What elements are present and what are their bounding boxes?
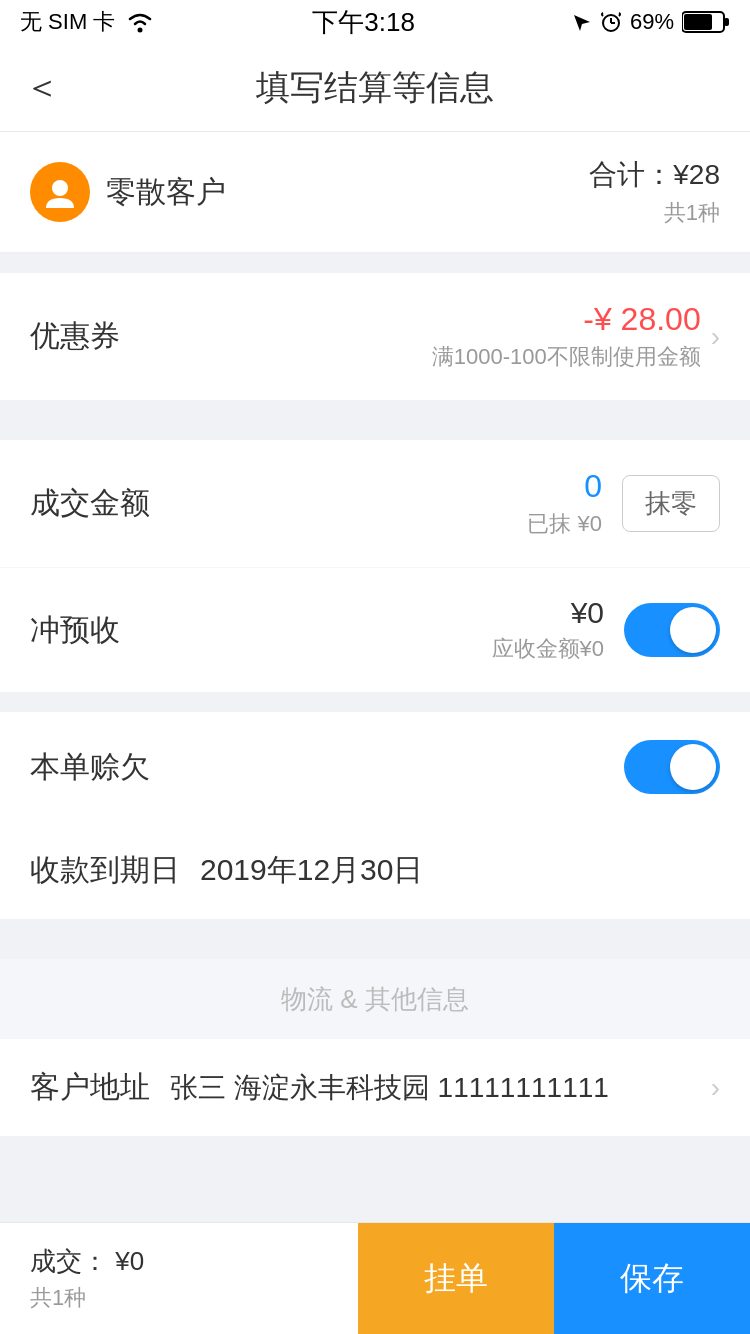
debt-toggle[interactable]: [624, 740, 720, 794]
avatar-icon: [42, 174, 78, 210]
status-bar: 无 SIM 卡 下午3:18 69%: [0, 0, 750, 44]
coupon-section: 优惠券 -¥ 28.00 满1000-100不限制使用金额 ›: [0, 273, 750, 400]
save-button[interactable]: 保存: [554, 1223, 750, 1334]
coupon-right: -¥ 28.00 满1000-100不限制使用金额 ›: [432, 301, 720, 372]
address-row[interactable]: 客户地址 张三 海淀永丰科技园 11111111111 ›: [0, 1039, 750, 1136]
address-chevron-icon: ›: [711, 1072, 720, 1104]
svg-point-7: [52, 180, 68, 196]
status-left: 无 SIM 卡: [20, 7, 155, 37]
prereceipt-info: ¥0 应收金额¥0: [492, 596, 604, 664]
coupon-label: 优惠券: [30, 316, 120, 357]
back-button[interactable]: ＜: [24, 63, 60, 112]
customer-name: 零散客户: [106, 172, 226, 213]
prereceipt-label: 冲预收: [30, 610, 120, 651]
due-date-row: 收款到期日 2019年12月30日: [0, 822, 750, 919]
battery-label: 69%: [630, 9, 674, 35]
deal-amount-right: 0 已抹 ¥0 抹零: [527, 468, 720, 539]
wifi-icon: [125, 11, 155, 33]
svg-point-0: [138, 28, 143, 33]
status-right: 69%: [572, 9, 730, 35]
address-section: 客户地址 张三 海淀永丰科技园 11111111111 ›: [0, 1039, 750, 1136]
customer-left: 零散客户: [30, 162, 226, 222]
hold-button[interactable]: 挂单: [358, 1223, 554, 1334]
address-label: 客户地址: [30, 1067, 150, 1108]
debt-row: 本单赊欠: [0, 712, 750, 822]
deal-amount-row: 成交金额 0 已抹 ¥0 抹零: [0, 440, 750, 568]
address-value: 张三 海淀永丰科技园 11111111111: [170, 1069, 609, 1107]
section-gap-1: [0, 420, 750, 440]
svg-rect-5: [724, 18, 729, 26]
nav-title: 填写结算等信息: [256, 65, 494, 111]
logistics-title-text: 物流 & 其他信息: [281, 982, 469, 1017]
coupon-row[interactable]: 优惠券 -¥ 28.00 满1000-100不限制使用金额 ›: [0, 273, 750, 400]
customer-avatar: [30, 162, 90, 222]
customer-section: 零散客户 合计：¥28 共1种: [0, 132, 750, 253]
svg-rect-6: [684, 14, 712, 30]
bottom-deal-label: 成交： ¥0: [30, 1244, 328, 1279]
deal-amount-value: 0: [527, 468, 602, 505]
customer-total: 合计：¥28: [589, 156, 720, 194]
no-sim-label: 无 SIM 卡: [20, 7, 115, 37]
coupon-info: -¥ 28.00 满1000-100不限制使用金额: [432, 301, 701, 372]
location-icon: [572, 11, 592, 33]
prereceipt-amount: ¥0: [492, 596, 604, 630]
deal-amount-label: 成交金额: [30, 483, 150, 524]
debt-label: 本单赊欠: [30, 747, 150, 788]
section-gap-2: [0, 692, 750, 712]
round-zero-button[interactable]: 抹零: [622, 475, 720, 532]
due-date-label: 收款到期日: [30, 850, 180, 891]
prereceipt-toggle[interactable]: [624, 603, 720, 657]
bottom-deal-count: 共1种: [30, 1283, 328, 1313]
prereceipt-right: ¥0 应收金额¥0: [492, 596, 720, 664]
coupon-amount: -¥ 28.00: [432, 301, 701, 338]
deal-amount-group: 0 已抹 ¥0: [527, 468, 602, 539]
customer-count: 共1种: [589, 198, 720, 228]
prereceipt-sub: 应收金额¥0: [492, 634, 604, 664]
address-left: 客户地址 张三 海淀永丰科技园 11111111111: [30, 1067, 609, 1108]
alarm-icon: [600, 11, 622, 33]
prereceipt-row: 冲预收 ¥0 应收金额¥0: [0, 568, 750, 692]
main-content: 零散客户 合计：¥28 共1种 优惠券 -¥ 28.00 满1000-100不限…: [0, 132, 750, 1334]
due-date-value: 2019年12月30日: [200, 850, 423, 891]
customer-row[interactable]: 零散客户 合计：¥28 共1种: [0, 132, 750, 253]
deal-amount-sub: 已抹 ¥0: [527, 509, 602, 539]
logistics-title: 物流 & 其他信息: [261, 982, 489, 1017]
bottom-bar: 成交： ¥0 共1种 挂单 保存: [0, 1222, 750, 1334]
customer-right: 合计：¥28 共1种: [589, 156, 720, 228]
bottom-info: 成交： ¥0 共1种: [0, 1223, 358, 1334]
battery-icon: [682, 10, 730, 34]
coupon-desc: 满1000-100不限制使用金额: [432, 342, 701, 372]
section-gap-3: [0, 939, 750, 959]
logistics-divider: 物流 & 其他信息: [0, 959, 750, 1039]
debt-section: 本单赊欠 收款到期日 2019年12月30日: [0, 712, 750, 919]
deal-section: 成交金额 0 已抹 ¥0 抹零 冲预收 ¥0 应收金额¥0: [0, 440, 750, 692]
status-time: 下午3:18: [312, 5, 415, 40]
nav-bar: ＜ 填写结算等信息: [0, 44, 750, 132]
coupon-chevron-icon: ›: [711, 321, 720, 353]
